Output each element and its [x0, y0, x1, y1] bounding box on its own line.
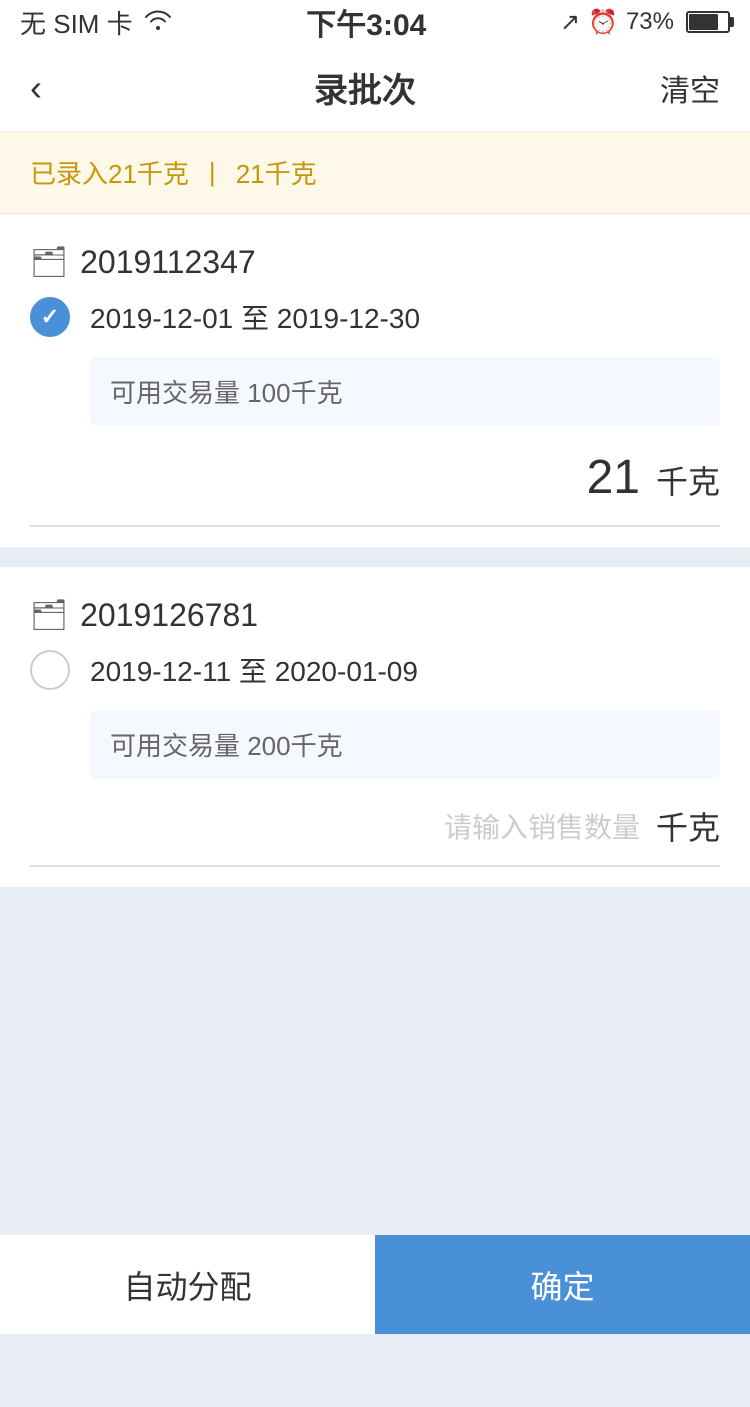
- batch-2-avail: 可用交易量 200千克: [90, 710, 720, 779]
- batch-1-amount-unit: 千克: [656, 457, 720, 503]
- summary-value: 21千克: [236, 154, 317, 191]
- confirm-button[interactable]: 确定: [375, 1235, 750, 1334]
- batch-1-item: 🗂 2019112347 2019-12-01 至 2019-12-30 可用交…: [0, 214, 750, 426]
- batch-2-unit: 千克: [656, 803, 720, 849]
- batch-2-icon: 🗂: [30, 598, 68, 633]
- location-icon: ↗: [560, 8, 580, 37]
- batch-1-icon: 🗂: [30, 245, 68, 280]
- summary-divider: |: [209, 157, 216, 188]
- batch-1-date: 2019-12-01 至 2019-12-30: [90, 297, 420, 337]
- status-right: ↗ ⏰ 73%: [560, 8, 730, 37]
- back-button[interactable]: ‹: [30, 67, 90, 109]
- status-left: 无 SIM 卡: [20, 4, 173, 41]
- batch-1-amount-row: 21 千克: [0, 426, 750, 525]
- batch-1-date-row[interactable]: 2019-12-01 至 2019-12-30: [30, 297, 720, 337]
- batch-2-radio[interactable]: [30, 650, 70, 690]
- status-bar: 无 SIM 卡 下午3:04 ↗ ⏰ 73%: [0, 0, 750, 44]
- batch-2-bottom-space: [0, 867, 750, 887]
- batch-2-number: 2019126781: [80, 597, 258, 634]
- auto-distribute-button[interactable]: 自动分配: [0, 1235, 375, 1334]
- batch-2-date-row[interactable]: 2019-12-11 至 2020-01-09: [30, 650, 720, 690]
- batch-2-section: 🗂 2019126781 2019-12-11 至 2020-01-09 可用交…: [0, 567, 750, 887]
- page-title: 录批次: [314, 63, 416, 112]
- batch-1-amount-value: 21: [587, 450, 640, 505]
- bottom-bar: 自动分配 确定: [0, 1234, 750, 1334]
- section-divider-1: [0, 547, 750, 567]
- clear-button[interactable]: 清空: [640, 66, 720, 110]
- summary-bar: 已录入21千克 | 21千克: [0, 132, 750, 214]
- batch-2-date: 2019-12-11 至 2020-01-09: [90, 650, 418, 690]
- summary-label: 已录入21千克: [30, 154, 189, 191]
- time-display: 下午3:04: [306, 0, 426, 44]
- batch-1-radio[interactable]: [30, 297, 70, 337]
- alarm-icon: ⏰: [588, 8, 618, 37]
- battery-percentage: 73%: [626, 8, 674, 36]
- battery-icon: [686, 11, 730, 33]
- batch-2-header: 🗂 2019126781: [30, 597, 720, 634]
- batch-1-bottom-space: [0, 527, 750, 547]
- batch-1-header: 🗂 2019112347: [30, 244, 720, 281]
- batch-2-input-placeholder: 请输入销售数量: [444, 806, 640, 846]
- no-sim-label: 无 SIM 卡: [20, 4, 133, 41]
- batch-1-section: 🗂 2019112347 2019-12-01 至 2019-12-30 可用交…: [0, 214, 750, 547]
- batch-2-input-row[interactable]: 请输入销售数量 千克: [0, 779, 750, 849]
- wifi-icon: [143, 7, 173, 38]
- batch-2-item: 🗂 2019126781 2019-12-11 至 2020-01-09 可用交…: [0, 567, 750, 779]
- batch-1-avail: 可用交易量 100千克: [90, 357, 720, 426]
- batch-1-number: 2019112347: [80, 244, 256, 281]
- nav-bar: ‹ 录批次 清空: [0, 44, 750, 132]
